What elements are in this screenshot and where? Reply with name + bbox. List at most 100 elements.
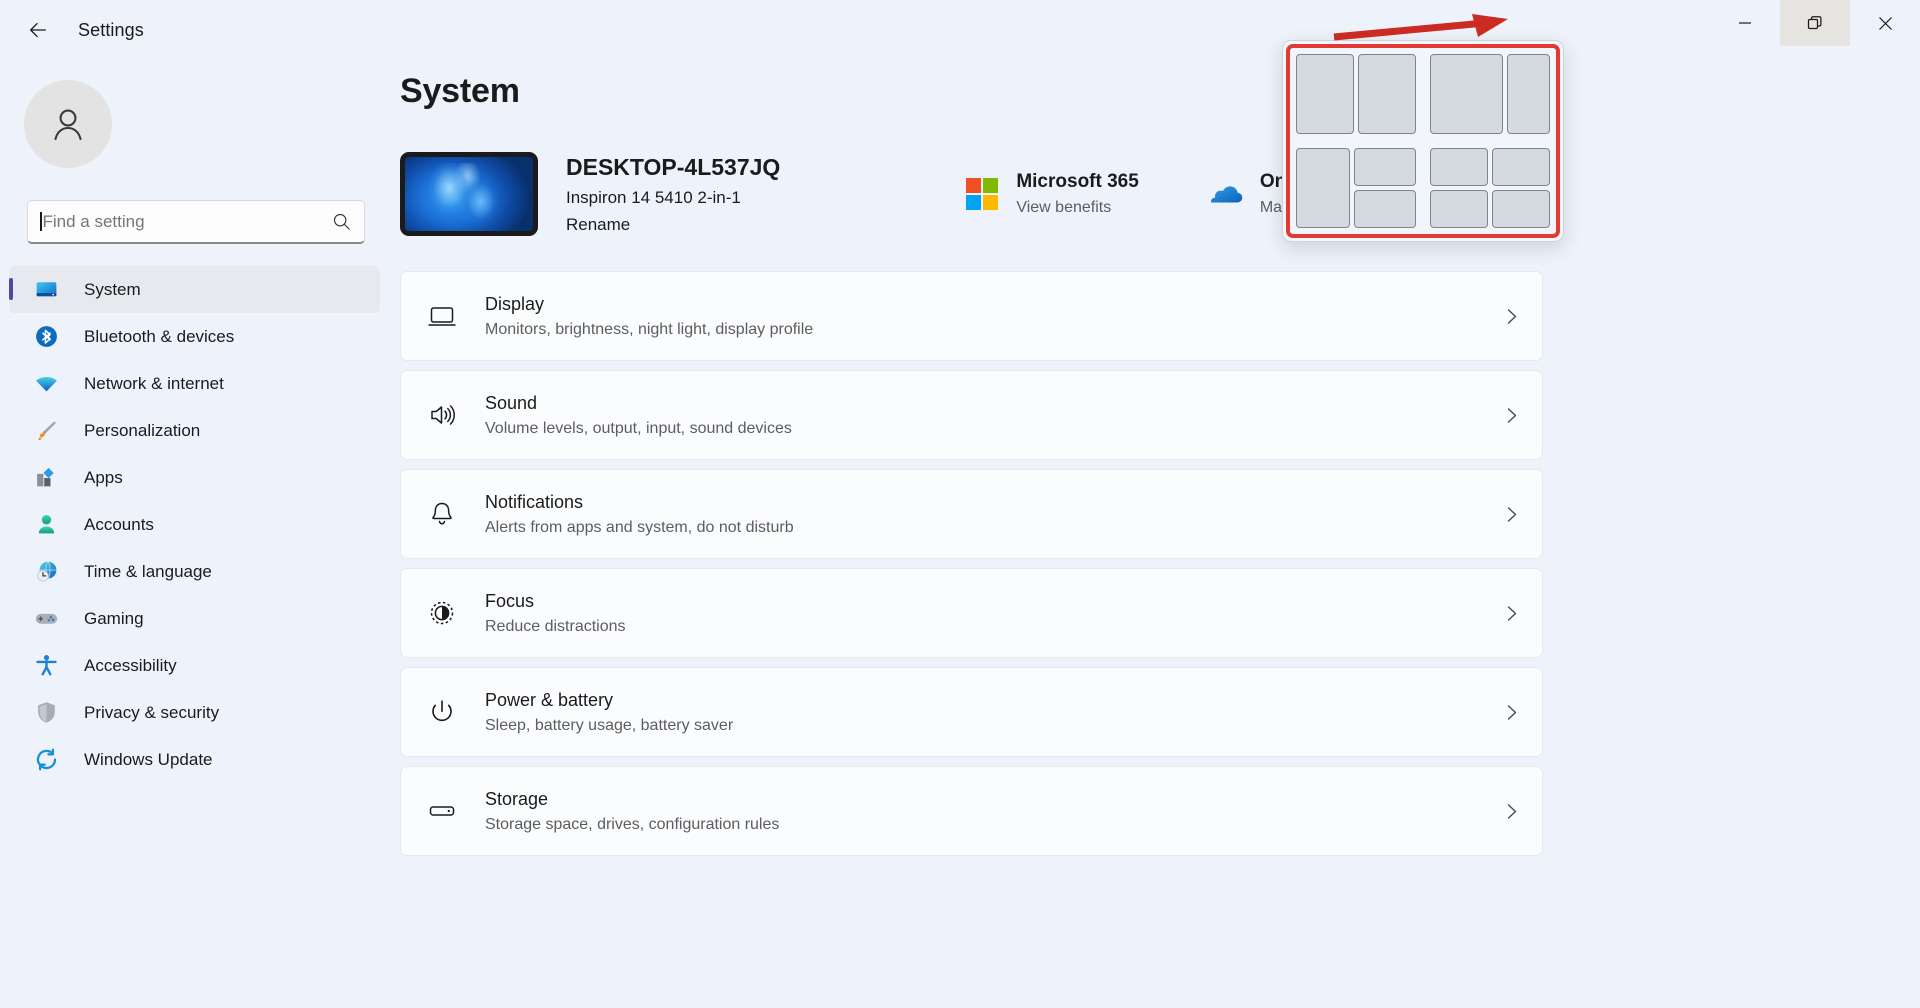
sidebar-item-time-language[interactable]: Time & language (9, 548, 380, 595)
search-placeholder: Find a setting (43, 212, 331, 232)
card-subtitle: Monitors, brightness, night light, displ… (485, 321, 1503, 339)
microsoft-365-link[interactable]: Microsoft 365 View benefits (965, 171, 1138, 217)
accounts-icon (33, 512, 59, 538)
personalization-icon (33, 418, 59, 444)
settings-card-display[interactable]: Display Monitors, brightness, night ligh… (400, 271, 1543, 361)
settings-card-sound[interactable]: Sound Volume levels, output, input, soun… (400, 370, 1543, 460)
minimize-button[interactable] (1710, 0, 1780, 46)
search-input[interactable]: Find a setting (27, 200, 365, 244)
card-subtitle: Reduce distractions (485, 618, 1503, 636)
snap-pane[interactable] (1296, 148, 1350, 228)
settings-card-power-battery[interactable]: Power & battery Sleep, battery usage, ba… (400, 667, 1543, 757)
search-icon[interactable] (330, 211, 352, 233)
chevron-right-icon (1503, 605, 1520, 622)
power-icon (421, 691, 463, 733)
snap-layout-wide-left-narrow-right[interactable] (1430, 54, 1550, 134)
page-title: System (400, 72, 1920, 111)
chevron-right-icon (1503, 308, 1520, 325)
sidebar-item-label: System (84, 280, 141, 300)
sidebar-item-apps[interactable]: Apps (9, 454, 380, 501)
speaker-icon (421, 394, 463, 436)
user-avatar-icon (45, 101, 91, 147)
device-name: DESKTOP-4L537JQ (566, 154, 780, 181)
microsoft-logo-icon (965, 177, 999, 211)
settings-card-list: Display Monitors, brightness, night ligh… (400, 271, 1920, 856)
text-caret (40, 212, 42, 231)
sidebar-item-label: Network & internet (84, 374, 224, 394)
sidebar-item-gaming[interactable]: Gaming (9, 595, 380, 642)
sidebar-item-label: Accounts (84, 515, 154, 535)
system-icon (33, 277, 59, 303)
card-title: Focus (485, 591, 1503, 612)
minimize-icon (1738, 16, 1752, 30)
sidebar-item-label: Gaming (84, 609, 144, 629)
snap-layout-two-column-split[interactable] (1296, 54, 1416, 134)
sidebar-item-network-internet[interactable]: Network & internet (9, 360, 380, 407)
card-text: Display Monitors, brightness, night ligh… (485, 294, 1503, 339)
snap-layout-tall-left-two-stacked[interactable] (1296, 148, 1416, 228)
snap-pane[interactable] (1492, 148, 1550, 186)
snap-layout-four-quadrant-grid[interactable] (1430, 148, 1550, 228)
avatar[interactable] (24, 80, 112, 168)
sidebar-item-accounts[interactable]: Accounts (9, 501, 380, 548)
settings-card-notifications[interactable]: Notifications Alerts from apps and syste… (400, 469, 1543, 559)
storage-icon (421, 790, 463, 832)
card-text: Sound Volume levels, output, input, soun… (485, 393, 1503, 438)
restore-icon (1807, 15, 1823, 31)
snap-pane[interactable] (1358, 54, 1416, 134)
chevron-right-icon (1503, 803, 1520, 820)
rename-button[interactable]: Rename (566, 215, 780, 235)
sidebar-item-label: Time & language (84, 562, 212, 582)
snap-pane[interactable] (1430, 190, 1488, 228)
chevron-right-icon (1503, 506, 1520, 523)
sidebar-item-accessibility[interactable]: Accessibility (9, 642, 380, 689)
settings-card-storage[interactable]: Storage Storage space, drives, configura… (400, 766, 1543, 856)
card-subtitle: Sleep, battery usage, battery saver (485, 717, 1503, 735)
apps-icon (33, 465, 59, 491)
snap-pane[interactable] (1296, 54, 1354, 134)
card-title: Sound (485, 393, 1503, 414)
windows-bloom-wallpaper (405, 157, 533, 231)
snap-pane[interactable] (1430, 54, 1503, 134)
card-text: Power & battery Sleep, battery usage, ba… (485, 690, 1503, 735)
card-title: Notifications (485, 492, 1503, 513)
service-subtitle: View benefits (1016, 199, 1138, 217)
device-info: DESKTOP-4L537JQ Inspiron 14 5410 2-in-1 … (566, 154, 780, 235)
chevron-right-icon (1503, 704, 1520, 721)
card-subtitle: Volume levels, output, input, sound devi… (485, 420, 1503, 438)
snap-pane[interactable] (1430, 148, 1488, 186)
sidebar-item-bluetooth-devices[interactable]: Bluetooth & devices (9, 313, 380, 360)
snap-layout-options (1296, 54, 1550, 228)
caption-buttons (1710, 0, 1920, 60)
card-text: Focus Reduce distractions (485, 591, 1503, 636)
windows-update-icon (33, 747, 59, 773)
sidebar-item-label: Windows Update (84, 750, 213, 770)
time-language-icon (33, 559, 59, 585)
snap-pane[interactable] (1492, 190, 1550, 228)
sidebar-item-label: Apps (84, 468, 123, 488)
sidebar-item-system[interactable]: System (9, 266, 380, 313)
snap-pane[interactable] (1354, 148, 1416, 186)
service-title: Microsoft 365 (1016, 171, 1138, 193)
snap-layouts-flyout[interactable] (1282, 40, 1564, 242)
sidebar-item-label: Personalization (84, 421, 200, 441)
device-thumbnail (400, 152, 538, 236)
back-arrow-icon (27, 19, 49, 41)
card-text: Storage Storage space, drives, configura… (485, 789, 1503, 834)
sidebar-item-privacy-security[interactable]: Privacy & security (9, 689, 380, 736)
snap-pane[interactable] (1507, 54, 1550, 134)
sidebar-nav: System Bluetooth & devices (0, 266, 400, 783)
settings-card-focus[interactable]: Focus Reduce distractions (400, 568, 1543, 658)
title-bar: Settings (0, 0, 1920, 60)
card-subtitle: Storage space, drives, configuration rul… (485, 816, 1503, 834)
focus-icon (421, 592, 463, 634)
onedrive-cloud-icon (1209, 177, 1243, 211)
maximize-restore-button[interactable] (1780, 0, 1850, 46)
sidebar-item-personalization[interactable]: Personalization (9, 407, 380, 454)
sidebar-item-windows-update[interactable]: Windows Update (9, 736, 380, 783)
snap-pane[interactable] (1354, 190, 1416, 228)
close-button[interactable] (1850, 0, 1920, 46)
sidebar: Find a setting System (0, 60, 400, 1008)
bell-icon (421, 493, 463, 535)
back-button[interactable] (16, 8, 60, 52)
